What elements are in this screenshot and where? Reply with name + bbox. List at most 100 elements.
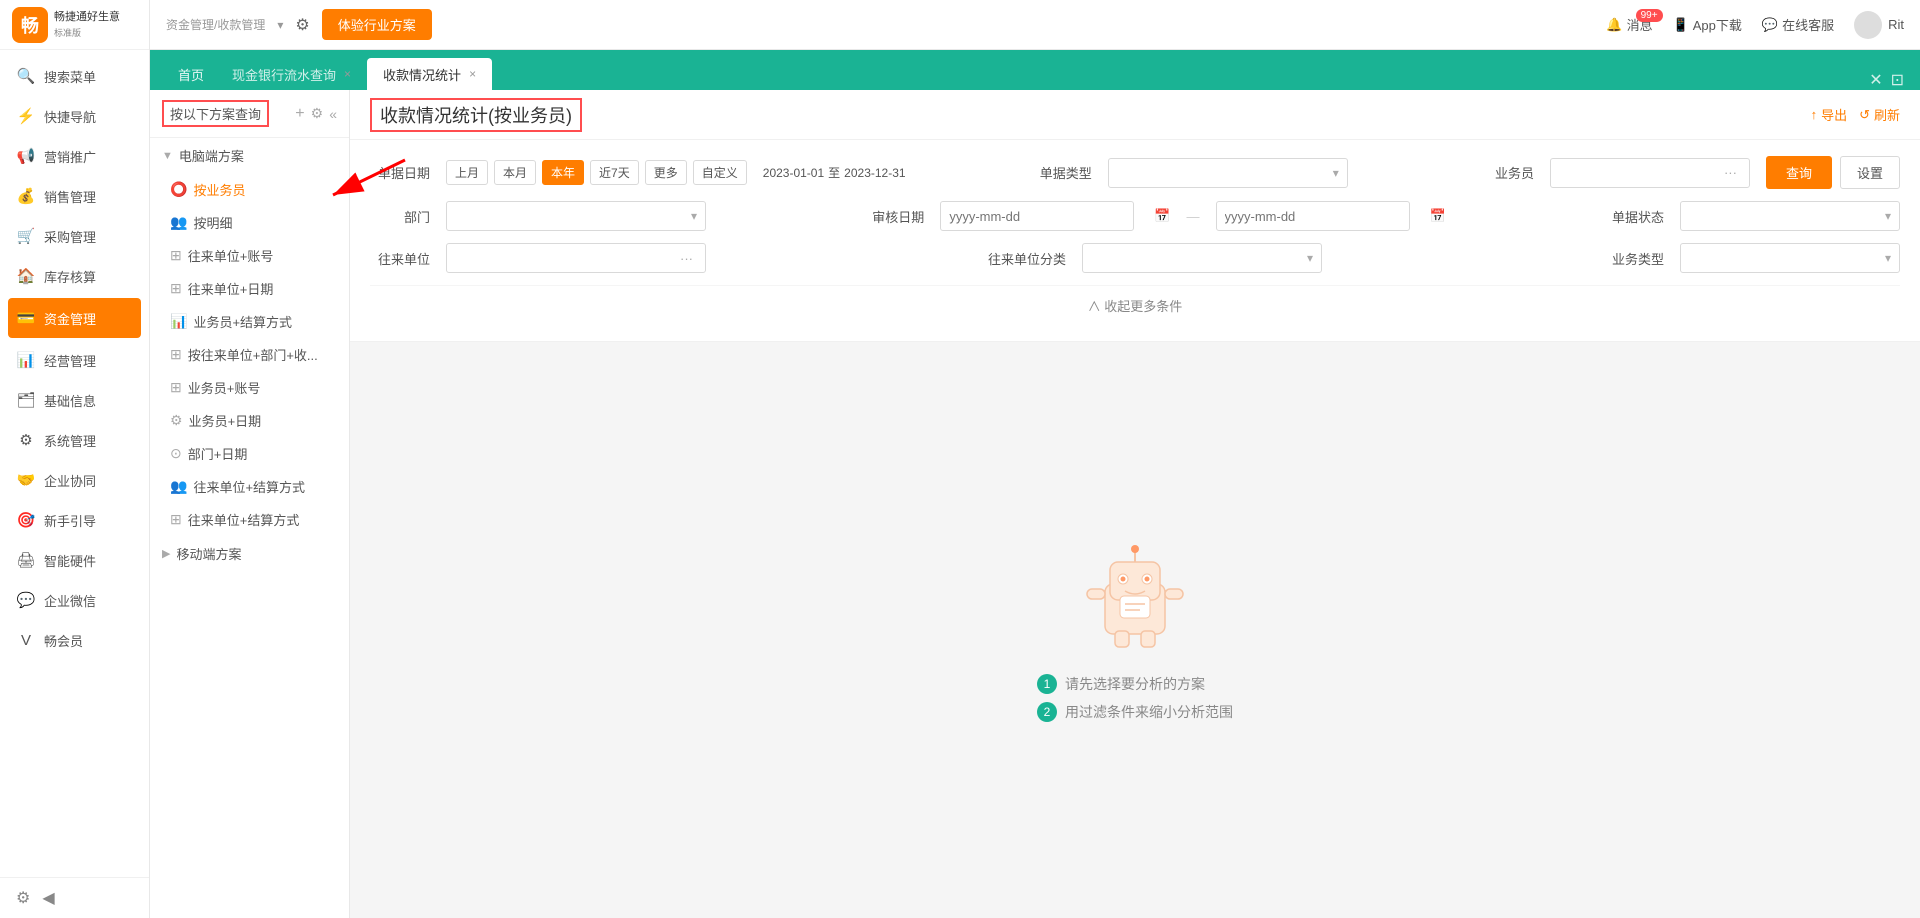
header-settings-icon[interactable]: ⚙ <box>295 15 309 35</box>
sidebar-item-member[interactable]: V 畅会员 <box>0 620 149 660</box>
breadcrumb-dropdown-icon[interactable]: ▾ <box>277 18 283 32</box>
sidebar-item-company[interactable]: 🤝 企业协同 <box>0 460 149 500</box>
sidebar-item-shortcut[interactable]: ⚡ 快捷导航 <box>0 96 149 136</box>
tab-bank-close-icon[interactable]: × <box>344 67 351 81</box>
page-title-bar: 收款情况统计(按业务员) ↑ 导出 ↺ 刷新 <box>350 90 1920 140</box>
sidebar-item-purchase[interactable]: 🛒 采购管理 <box>0 216 149 256</box>
tree-item-dept-date[interactable]: ⊙ 部门+日期 <box>150 437 349 470</box>
query-button[interactable]: 查询 <box>1766 156 1832 189</box>
trial-button[interactable]: 体验行业方案 <box>322 9 432 40</box>
app-download-button[interactable]: 📱 App下载 <box>1673 15 1742 34</box>
tree-item-unit-settlement1[interactable]: 👥 往来单位+结算方式 <box>150 470 349 503</box>
doc-type-dropdown-icon: ▾ <box>1333 166 1339 180</box>
add-scheme-icon[interactable]: + <box>295 105 304 123</box>
audit-date-end-input[interactable] <box>1216 201 1410 231</box>
tree-item-label: 按业务员 <box>193 180 245 199</box>
mobile-section[interactable]: ▶ 移动端方案 <box>150 536 349 571</box>
audit-date-start-input[interactable] <box>940 201 1134 231</box>
desktop-section-label: 电脑端方案 <box>179 146 244 165</box>
sidebar-item-hardware[interactable]: 🖨 智能硬件 <box>0 540 149 580</box>
filter-row-3: 往来单位 ··· 往来单位分类 ▾ 业务类型 <box>370 243 1900 273</box>
tab-close-window-icon[interactable]: ✕ <box>1869 70 1882 90</box>
date-more-btn[interactable]: 更多 <box>645 160 687 185</box>
tree-item-detail[interactable]: 👥 按明细 <box>150 206 349 239</box>
sidebar-toggle-icon[interactable]: ◀ <box>42 888 54 908</box>
logo-icon: 畅 <box>12 7 48 43</box>
export-label: 导出 <box>1821 105 1847 124</box>
message-button[interactable]: 🔔 消息 99+ <box>1606 15 1652 34</box>
date-this-month-btn[interactable]: 本月 <box>494 160 536 185</box>
doc-type-select[interactable]: ▾ <box>1108 158 1348 188</box>
user-name: Rit <box>1888 17 1904 32</box>
sidebar-item-wechat[interactable]: 💬 企业微信 <box>0 580 149 620</box>
user-area[interactable]: Rit <box>1854 11 1904 39</box>
collapse-panel-icon[interactable]: « <box>329 106 337 122</box>
scheme-settings-icon[interactable]: ⚙ <box>311 105 324 122</box>
tree-item-sales-account[interactable]: ⊞ 业务员+账号 <box>150 371 349 404</box>
salesperson-select[interactable]: ··· <box>1550 158 1750 188</box>
app-icon: 📱 <box>1673 17 1689 33</box>
tree-item-unit-date[interactable]: ⊞ 往来单位+日期 <box>150 272 349 305</box>
right-panel: 收款情况统计(按业务员) ↑ 导出 ↺ 刷新 单据日期 <box>350 90 1920 918</box>
sidebar-item-finance[interactable]: 💳 资金管理 <box>8 298 141 338</box>
online-service-button[interactable]: 💬 在线客服 <box>1762 15 1834 34</box>
date-label: 单据日期 <box>370 163 430 182</box>
audit-date-end-cal-icon[interactable]: 📅 <box>1430 208 1446 224</box>
tree-item-label: 业务员+账号 <box>188 378 261 397</box>
refresh-button[interactable]: ↺ 刷新 <box>1859 105 1900 124</box>
tree-item-label: 往来单位+结算方式 <box>193 477 305 496</box>
tab-receipt-close-icon[interactable]: × <box>469 67 476 81</box>
filter-settings-button[interactable]: 设置 <box>1840 156 1900 189</box>
collapse-more-button[interactable]: ∧ 收起更多条件 <box>370 285 1900 325</box>
sidebar-settings-icon[interactable]: ⚙ <box>16 888 30 908</box>
counterpart-more-icon[interactable]: ··· <box>680 251 693 266</box>
tree-item-unit-account[interactable]: ⊞ 往来单位+账号 <box>150 239 349 272</box>
tree-item-salesperson[interactable]: ⭕ 按业务员 <box>150 173 349 206</box>
tree-item-sales-settlement[interactable]: 📊 业务员+结算方式 <box>150 305 349 338</box>
sidebar-item-inventory[interactable]: 🏠 库存核算 <box>0 256 149 296</box>
tab-receipt[interactable]: 收款情况统计 × <box>367 58 492 90</box>
date-custom-btn[interactable]: 自定义 <box>693 160 747 185</box>
date-7days-btn[interactable]: 近7天 <box>590 160 639 185</box>
export-button[interactable]: ↑ 导出 <box>1811 105 1848 124</box>
tree-item-label: 业务员+结算方式 <box>193 312 292 331</box>
refresh-icon: ↺ <box>1859 107 1870 123</box>
logo-badge: 标准版 <box>54 26 120 39</box>
counterpart-cat-select[interactable]: ▾ <box>1082 243 1322 273</box>
sidebar-item-operation[interactable]: 📊 经营管理 <box>0 340 149 380</box>
date-last-month-btn[interactable]: 上月 <box>446 160 488 185</box>
sidebar-item-sales[interactable]: 💰 销售管理 <box>0 176 149 216</box>
sidebar-item-label: 库存核算 <box>44 267 96 286</box>
sidebar-item-system[interactable]: ⚙ 系统管理 <box>0 420 149 460</box>
sidebar-nav: 🔍 搜索菜单 ⚡ 快捷导航 📢 营销推广 💰 销售管理 🛒 采购管理 🏠 库存核… <box>0 50 149 877</box>
dept-select[interactable]: ▾ <box>446 201 706 231</box>
tree-item-icon: 📊 <box>170 313 187 330</box>
salesperson-more-icon[interactable]: ··· <box>1724 165 1737 180</box>
date-range-display: 2023-01-01 至 2023-12-31 <box>763 164 906 181</box>
tab-bank[interactable]: 现金银行流水查询 × <box>216 58 367 90</box>
tree-item-label: 往来单位+日期 <box>188 279 274 298</box>
biz-type-select[interactable]: ▾ <box>1680 243 1900 273</box>
sidebar-item-basic[interactable]: 🗂 基础信息 <box>0 380 149 420</box>
date-this-year-btn[interactable]: 本年 <box>542 160 584 185</box>
tree-item-unit-settlement2[interactable]: ⊞ 往来单位+结算方式 <box>150 503 349 536</box>
tree-item-icon: ⊞ <box>170 346 182 363</box>
sidebar-item-label: 智能硬件 <box>44 551 96 570</box>
sidebar-item-marketing[interactable]: 📢 营销推广 <box>0 136 149 176</box>
doc-status-select[interactable]: ▾ <box>1680 201 1900 231</box>
tree-item-label: 按往来单位+部门+收... <box>188 345 318 364</box>
sidebar-item-search[interactable]: 🔍 搜索菜单 <box>0 56 149 96</box>
main-area: 资金管理/收款管理 ▾ ⚙ 体验行业方案 🔔 消息 99+ 📱 App下载 💬 … <box>150 0 1920 918</box>
doc-type-label: 单据类型 <box>1032 163 1092 182</box>
sidebar-item-label: 新手引导 <box>44 511 96 530</box>
empty-robot-illustration <box>1075 534 1195 654</box>
counterpart-select[interactable]: ··· <box>446 243 706 273</box>
tree-item-unit-dept[interactable]: ⊞ 按往来单位+部门+收... <box>150 338 349 371</box>
sidebar-item-guide[interactable]: 🎯 新手引导 <box>0 500 149 540</box>
date-start: 2023-01-01 <box>763 166 824 180</box>
desktop-section-title[interactable]: ▼ 电脑端方案 <box>150 138 349 173</box>
tab-home[interactable]: 首页 <box>166 58 216 90</box>
tree-item-sales-date[interactable]: ⚙ 业务员+日期 <box>150 404 349 437</box>
tab-maximize-icon[interactable]: ⊡ <box>1891 70 1904 90</box>
audit-date-start-cal-icon[interactable]: 📅 <box>1154 208 1170 224</box>
